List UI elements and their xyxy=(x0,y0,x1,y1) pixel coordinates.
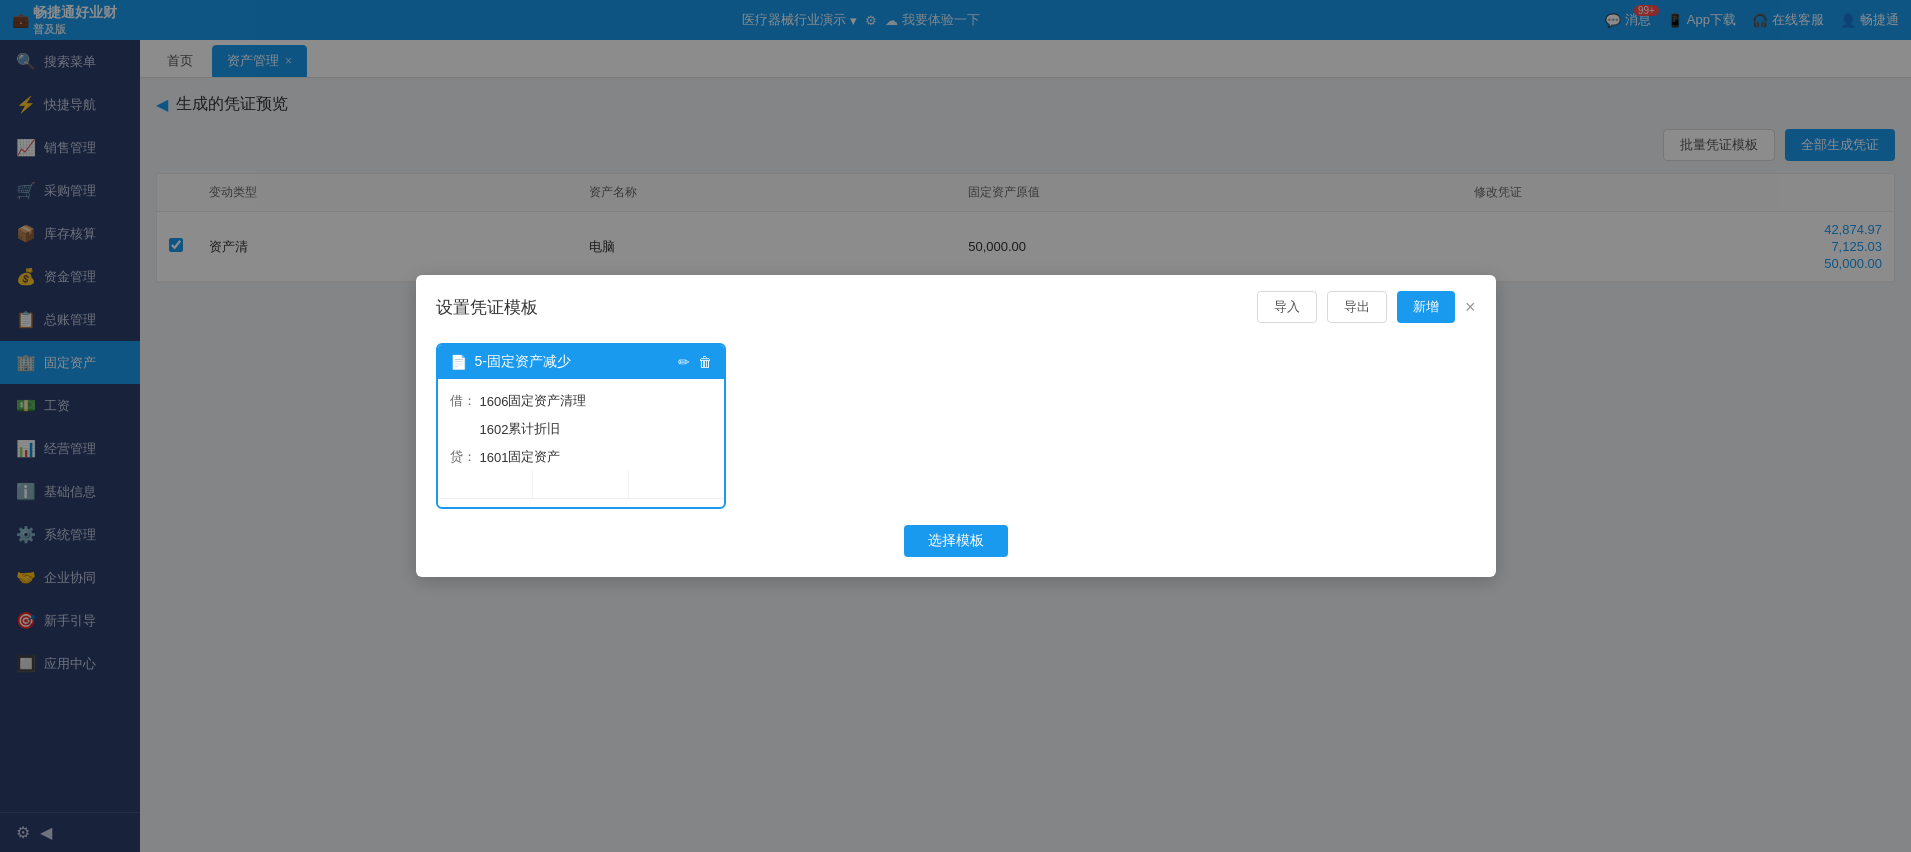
template-empty-row xyxy=(438,471,724,499)
empty-cell-3 xyxy=(629,471,724,498)
template-doc-icon: 📄 xyxy=(450,354,467,370)
modal-body: 📄 5-固定资产减少 ✏ 🗑 借： 1606 固定资产清理 xyxy=(416,323,1496,577)
empty-cell-2 xyxy=(533,471,629,498)
template-header-right: ✏ 🗑 xyxy=(678,354,712,370)
template-entry-2: 1602 累计折旧 xyxy=(438,415,724,443)
modal-overlay: 设置凭证模板 导入 导出 新增 × 📄 5-固定资产减少 xyxy=(0,0,1911,852)
template-delete-icon[interactable]: 🗑 xyxy=(698,354,712,370)
select-template-btn[interactable]: 选择模板 xyxy=(904,525,1008,557)
entry-3-account: 固定资产 xyxy=(508,448,560,466)
template-entry-3: 贷： 1601 固定资产 xyxy=(438,443,724,471)
template-edit-icon[interactable]: ✏ xyxy=(678,354,690,370)
entry-3-code: 1601 xyxy=(480,450,509,465)
template-header-left: 📄 5-固定资产减少 xyxy=(450,353,571,371)
template-card: 📄 5-固定资产减少 ✏ 🗑 借： 1606 固定资产清理 xyxy=(436,343,726,509)
import-btn[interactable]: 导入 xyxy=(1257,291,1317,323)
template-card-header: 📄 5-固定资产减少 ✏ 🗑 xyxy=(438,345,724,379)
modal-dialog: 设置凭证模板 导入 导出 新增 × 📄 5-固定资产减少 xyxy=(416,275,1496,577)
template-entry-1: 借： 1606 固定资产清理 xyxy=(438,387,724,415)
entry-2-account: 累计折旧 xyxy=(508,420,560,438)
export-btn[interactable]: 导出 xyxy=(1327,291,1387,323)
modal-title: 设置凭证模板 xyxy=(436,296,538,319)
empty-cell-1 xyxy=(438,471,534,498)
modal-close-btn[interactable]: × xyxy=(1465,298,1476,316)
modal-header-actions: 导入 导出 新增 xyxy=(1257,291,1455,323)
entry-3-direction: 贷： xyxy=(450,448,480,466)
new-btn[interactable]: 新增 xyxy=(1397,291,1455,323)
modal-header: 设置凭证模板 导入 导出 新增 × xyxy=(416,275,1496,323)
entry-1-direction: 借： xyxy=(450,392,480,410)
template-body: 借： 1606 固定资产清理 1602 累计折旧 贷： 1601 固定资产 xyxy=(438,379,724,507)
template-full-label: 5-固定资产减少 xyxy=(475,353,571,371)
entry-2-code: 1602 xyxy=(480,422,509,437)
entry-1-code: 1606 xyxy=(480,394,509,409)
entry-1-account: 固定资产清理 xyxy=(508,392,586,410)
